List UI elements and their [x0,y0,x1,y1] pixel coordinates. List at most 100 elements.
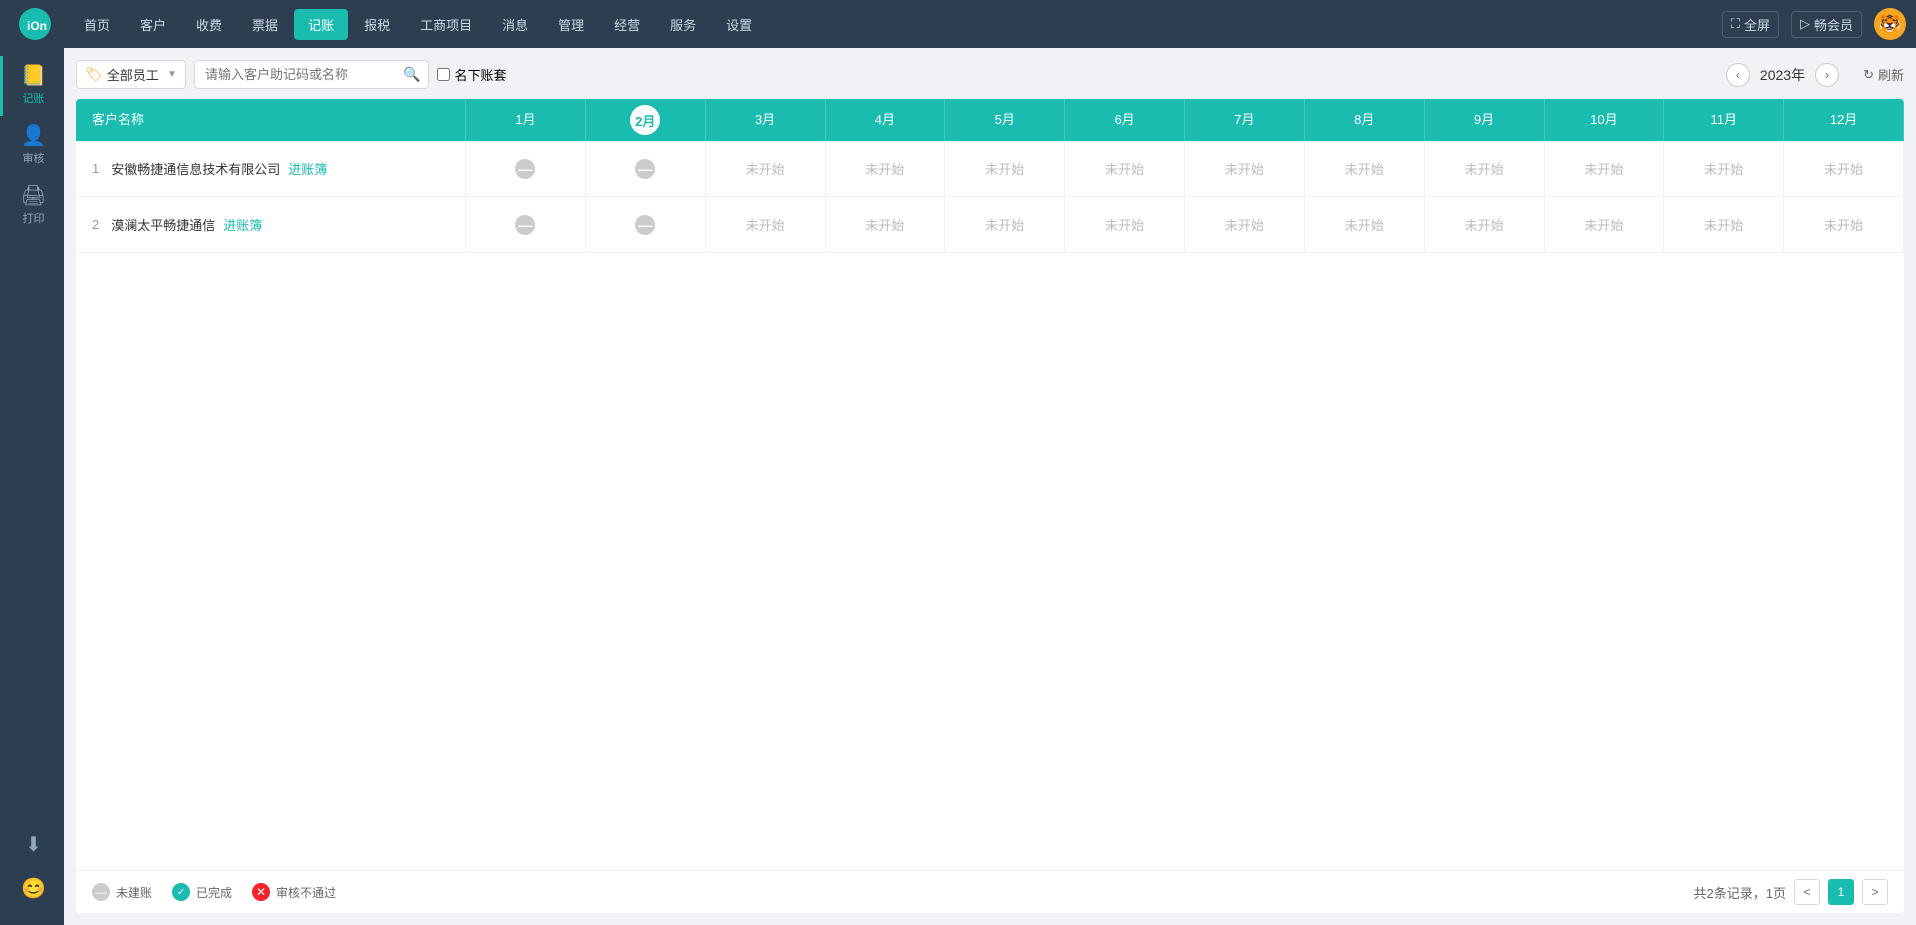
td-month-2: — [586,197,706,252]
sidebar-item-download[interactable]: ⬇ [0,825,64,865]
th-apr: 4月 [826,99,946,141]
pagination: 共2条记录，1页 < 1 > [1694,879,1888,905]
status-not-started: 未开始 [1704,159,1743,178]
status-not-started: 未开始 [1824,215,1863,234]
year-text: 2023年 [1760,65,1805,85]
nav-operation[interactable]: 经营 [600,9,654,40]
my-accounts-checkbox-wrap[interactable]: 名下账套 [437,65,506,84]
download-icon: ⬇ [25,835,42,855]
status-not-started: 未开始 [1345,215,1384,234]
nav-invoice[interactable]: 票据 [238,9,292,40]
status-not-started: 未开始 [865,215,904,234]
nav-message[interactable]: 消息 [488,9,542,40]
td-client: 1 安徽畅捷通信息技术有限公司 进账簿 [76,141,466,196]
status-not-started: 未开始 [1465,159,1504,178]
td-month-5: 未开始 [945,197,1065,252]
status-not-started: 未开始 [1225,215,1264,234]
sidebar-label-accounting: 记账 [23,90,45,106]
avatar[interactable]: 🐯 [1874,8,1906,40]
td-month-5: 未开始 [945,141,1065,196]
legend-label-not-created: 未建账 [116,884,152,901]
legend-failed: ✕ 审核不通过 [252,883,336,901]
my-accounts-checkbox[interactable] [437,68,450,81]
profile-icon: 😊 [21,879,46,899]
employee-select[interactable]: 🏷 全部员工 ▼ [76,60,186,89]
table-header: 客户名称 1月 2月 3月 4月 5月 6月 7月 8月 9月 10月 11月 … [76,99,1904,141]
nav-accounting[interactable]: 记账 [294,9,348,40]
status-not-started: 未开始 [1704,215,1743,234]
nav-service[interactable]: 服务 [656,9,710,40]
td-month-2: — [586,141,706,196]
next-year-button[interactable]: › [1815,63,1839,87]
app-logo: iOn [10,8,60,40]
enter-account-link[interactable]: 进账簿 [288,159,327,178]
td-month-4: 未开始 [826,141,946,196]
td-month-9: 未开始 [1425,141,1545,196]
refresh-icon: ↻ [1863,67,1874,83]
nav-settings[interactable]: 设置 [712,9,766,40]
current-page-button[interactable]: 1 [1828,879,1854,905]
nav-tax[interactable]: 报税 [350,9,404,40]
active-month-circle: 2月 [630,105,660,135]
prev-page-button[interactable]: < [1794,879,1820,905]
prev-year-button[interactable]: ‹ [1726,63,1750,87]
td-month-10: 未开始 [1545,197,1665,252]
sidebar-item-print[interactable]: 🖨 打印 [0,176,64,236]
refresh-button[interactable]: ↻ 刷新 [1863,65,1904,84]
th-nov: 11月 [1664,99,1784,141]
table-body: 1 安徽畅捷通信息技术有限公司 进账簿 ——未开始未开始未开始未开始未开始未开始… [76,141,1904,870]
th-jul: 7月 [1185,99,1305,141]
nav-home[interactable]: 首页 [70,9,124,40]
sidebar-item-profile[interactable]: 😊 [0,869,64,909]
client-name: 漠澜太平畅捷通信 [111,215,215,234]
th-jun: 6月 [1065,99,1185,141]
next-page-button[interactable]: > [1862,879,1888,905]
td-client: 2 漠澜太平畅捷通信 进账簿 [76,197,466,252]
fullscreen-icon: ⛶ [1731,16,1740,32]
total-records: 共2条记录，1页 [1694,883,1786,902]
vip-icon: ▷ [1800,16,1810,32]
status-not-started: 未开始 [1105,215,1144,234]
status-dash-icon: — [515,215,535,235]
status-dash-icon: — [515,159,535,179]
status-not-started: 未开始 [1584,159,1623,178]
status-dash-icon: — [635,215,655,235]
th-mar: 3月 [706,99,826,141]
fullscreen-button[interactable]: ⛶ 全屏 [1722,11,1779,38]
td-month-6: 未开始 [1065,197,1185,252]
row-number: 2 [92,217,99,232]
td-month-12: 未开始 [1784,141,1904,196]
td-month-9: 未开始 [1425,197,1545,252]
status-dash-icon: — [635,159,655,179]
vip-button[interactable]: ▷ 畅会员 [1791,11,1862,38]
status-not-started: 未开始 [1345,159,1384,178]
sidebar-item-accounting[interactable]: 📒 记账 [0,56,64,116]
row-number: 1 [92,161,99,176]
dropdown-arrow-icon: ▼ [167,69,177,80]
td-month-1: — [466,197,586,252]
svg-text:iOn: iOn [27,19,47,33]
table-footer: — 未建账 ✓ 已完成 ✕ 审核不通过 共2条记录，1页 < 1 > [76,870,1904,913]
td-month-12: 未开始 [1784,197,1904,252]
table-row: 1 安徽畅捷通信息技术有限公司 进账簿 — — 未开始 未开始 未开始 未开始 未开始 未开始… [76,141,1904,197]
sidebar-item-review[interactable]: 👤 审核 [0,116,64,176]
nav-fee[interactable]: 收费 [182,9,236,40]
status-not-started: 未开始 [1824,159,1863,178]
td-month-11: 未开始 [1664,197,1784,252]
td-month-10: 未开始 [1545,141,1665,196]
my-accounts-label: 名下账套 [454,65,506,84]
nav-manage[interactable]: 管理 [544,9,598,40]
nav-business[interactable]: 工商项目 [406,9,486,40]
status-not-started: 未开始 [1105,159,1144,178]
vip-label: 畅会员 [1814,15,1853,34]
status-not-started: 未开始 [985,159,1024,178]
main-nav: 首页 客户 收费 票据 记账 报税 工商项目 消息 管理 经营 服务 设置 [70,9,1722,40]
nav-client[interactable]: 客户 [126,9,180,40]
search-button[interactable]: 🔍 [395,61,428,88]
search-input[interactable] [195,62,395,87]
th-may: 5月 [945,99,1065,141]
th-client: 客户名称 [76,99,466,141]
sidebar-label-print: 打印 [23,210,45,226]
th-sep: 9月 [1425,99,1545,141]
enter-account-link[interactable]: 进账簿 [223,215,262,234]
